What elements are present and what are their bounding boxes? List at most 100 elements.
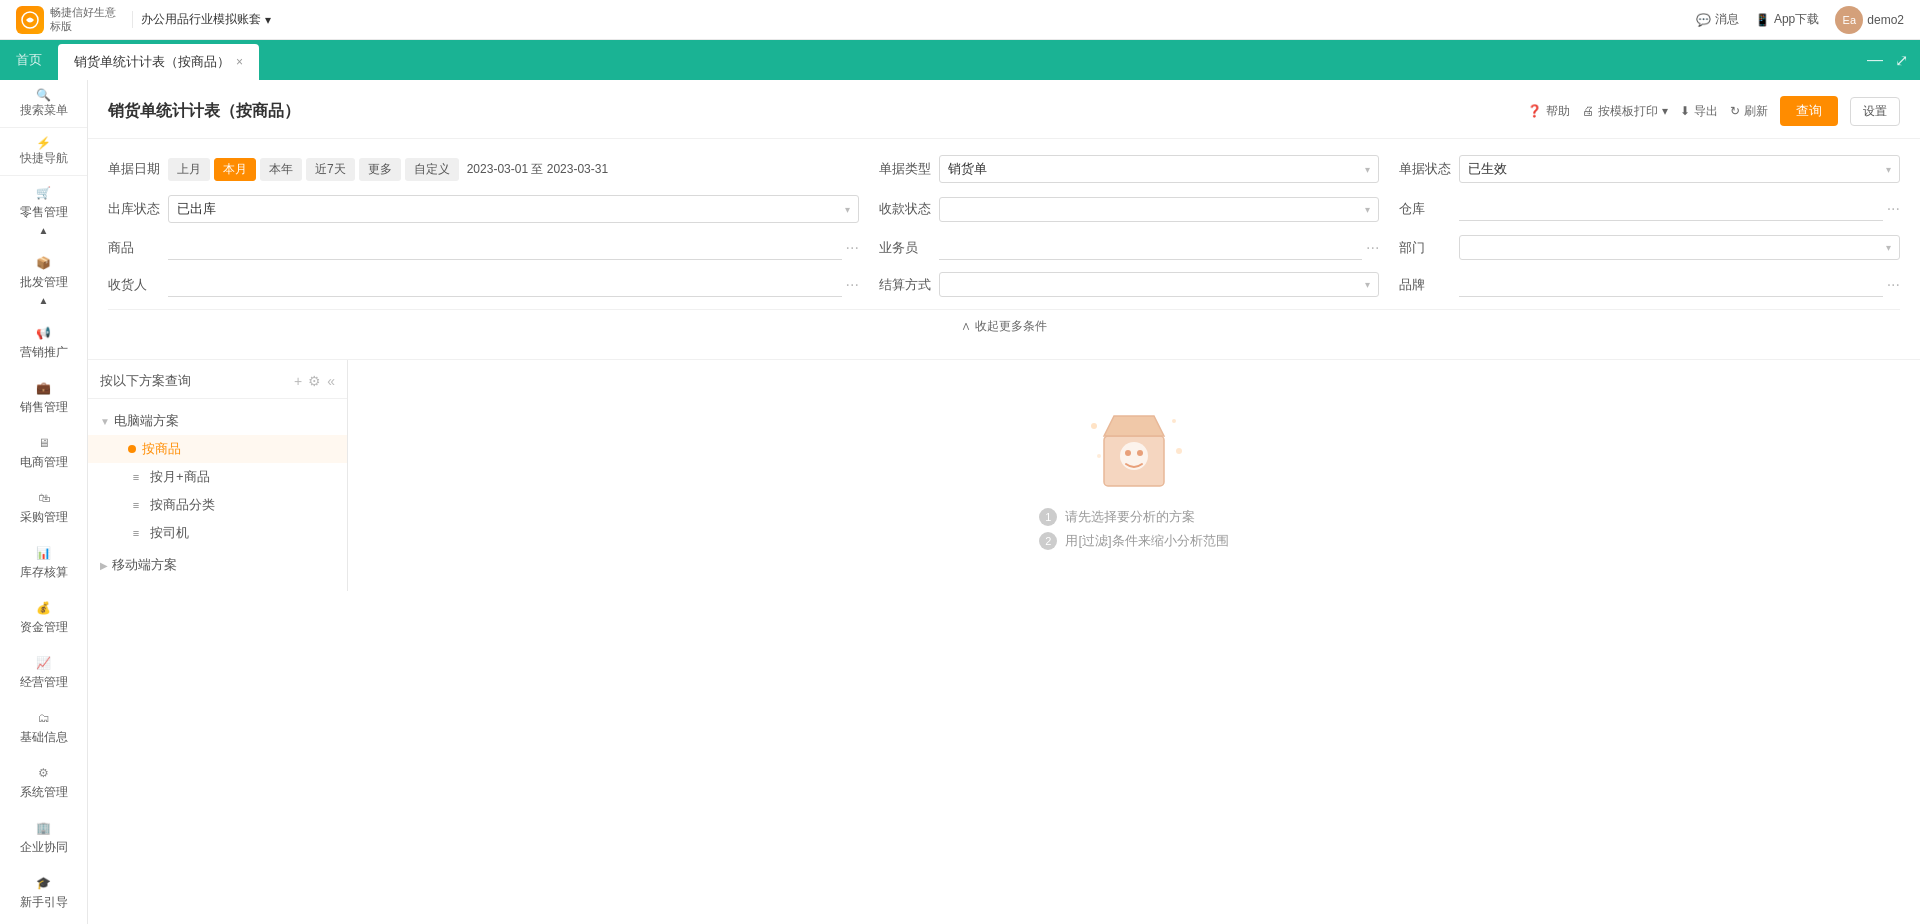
print-btn[interactable]: 🖨 按模板打印 ▾ (1582, 103, 1668, 120)
tab-close-icon[interactable]: × (236, 55, 243, 69)
collapse-bar[interactable]: ∧ 收起更多条件 (108, 309, 1900, 343)
receiver-label: 收货人 (108, 276, 168, 294)
sidebar-item-guide[interactable]: 🎓 新手引导 (0, 866, 87, 921)
tree-section-desktop-label: 电脑端方案 (114, 412, 179, 430)
page-header-actions: ❓ 帮助 🖨 按模板打印 ▾ ⬇ 导出 ↻ 刷新 (1527, 96, 1900, 126)
tree-item-by-month-product[interactable]: ≡ 按月+商品 (88, 463, 347, 491)
marketing-icon: 📢 (36, 326, 51, 340)
filter-row-4: 收货人 ··· 结算方式 ▾ (108, 272, 1900, 297)
outstatus-control: 已出库 ▾ (168, 195, 859, 223)
date-this-year-btn[interactable]: 本年 (260, 158, 302, 181)
outstatus-select[interactable]: 已出库 ▾ (168, 195, 859, 223)
settlement-select[interactable]: ▾ (939, 272, 1380, 297)
refresh-btn[interactable]: ↻ 刷新 (1730, 103, 1768, 120)
top-bar-left: 畅捷信好生意 标版 办公用品行业模拟账套 ▾ (16, 6, 279, 34)
page-header: 销货单统计计表（按商品） ❓ 帮助 🖨 按模板打印 ▾ ⬇ 导出 (88, 80, 1920, 139)
sidebar-item-operations[interactable]: 📈 经营管理 (0, 646, 87, 701)
sidebar-item-search[interactable]: 🔍 搜索菜单 (0, 80, 87, 128)
tree-item-by-driver[interactable]: ≡ 按司机 (88, 519, 347, 547)
help-icon: ❓ (1527, 104, 1542, 118)
empty-hint-2: 2 用[过滤]条件来缩小分析范围 (1039, 532, 1228, 550)
outstatus-label: 出库状态 (108, 200, 168, 218)
product-control: ··· (168, 236, 859, 260)
collapse-scheme-icon[interactable]: « (327, 373, 335, 389)
filter-settlement-item: 结算方式 ▾ (879, 272, 1380, 297)
date-custom-btn[interactable]: 自定义 (405, 158, 459, 181)
settings-scheme-icon[interactable]: ⚙ (308, 373, 321, 389)
receiver-input[interactable] (168, 273, 842, 297)
date-filter: 上月 本月 本年 近7天 更多 自定义 2023-03-01 至 2023-03… (168, 158, 608, 181)
tree-item-by-category[interactable]: ≡ 按商品分类 (88, 491, 347, 519)
page-content: 销货单统计计表（按商品） ❓ 帮助 🖨 按模板打印 ▾ ⬇ 导出 (88, 80, 1920, 924)
help-btn[interactable]: ❓ 帮助 (1527, 103, 1570, 120)
docstatus-select[interactable]: 已生效 ▾ (1459, 155, 1900, 183)
product-dots-icon[interactable]: ··· (846, 239, 859, 257)
enterprise-icon: 🏢 (36, 821, 51, 835)
date-prev-month-btn[interactable]: 上月 (168, 158, 210, 181)
sidebar-item-base[interactable]: 🗂 基础信息 (0, 701, 87, 756)
filter-salesperson-item: 业务员 ··· (879, 236, 1380, 260)
active-dot-icon (128, 445, 136, 453)
message-btn[interactable]: 💬 消息 (1696, 11, 1739, 28)
add-scheme-icon[interactable]: + (294, 373, 302, 389)
settings-button[interactable]: 设置 (1850, 97, 1900, 126)
brand-input[interactable] (1459, 273, 1882, 297)
tree-item-by-product[interactable]: 按商品 (88, 435, 347, 463)
tree-item-by-driver-label: 按司机 (150, 524, 189, 542)
system-icon: ⚙ (38, 766, 49, 780)
department-label: 部门 (1399, 239, 1459, 257)
sidebar-item-sales[interactable]: 💼 销售管理 (0, 371, 87, 426)
salesperson-input[interactable] (939, 236, 1362, 260)
filter-section: 单据日期 上月 本月 本年 近7天 更多 自定义 2023-03-01 至 20… (88, 139, 1920, 360)
tab-home[interactable]: 首页 (0, 40, 58, 80)
app-download-btn[interactable]: 📱 App下载 (1755, 11, 1819, 28)
sidebar-item-retail[interactable]: 🛒 零售管理 ▲ (0, 176, 87, 246)
sidebar-item-ecommerce[interactable]: 🖥 电商管理 (0, 426, 87, 481)
collectstatus-select[interactable]: ▾ (939, 197, 1380, 222)
sidebar-item-marketing[interactable]: 📢 营销推广 (0, 316, 87, 371)
filter-row-2: 出库状态 已出库 ▾ 收款状态 (108, 195, 1900, 223)
sidebar-item-enterprise[interactable]: 🏢 企业协同 (0, 811, 87, 866)
filter-row-1: 单据日期 上月 本月 本年 近7天 更多 自定义 2023-03-01 至 20… (108, 155, 1900, 183)
product-input[interactable] (168, 236, 842, 260)
sidebar-item-purchase[interactable]: 🛍 采购管理 (0, 481, 87, 536)
page-title: 销货单统计计表（按商品） (108, 101, 300, 122)
sidebar-item-inventory[interactable]: 📊 库存核算 (0, 536, 87, 591)
workspace-selector[interactable]: 办公用品行业模拟账套 ▾ (132, 11, 279, 28)
sidebar-label-quicknav: 快捷导航 (0, 150, 87, 167)
tree-section-desktop[interactable]: ▼ 电脑端方案 (88, 407, 347, 435)
warehouse-dots-icon[interactable]: ··· (1887, 200, 1900, 218)
department-control: ▾ (1459, 235, 1900, 260)
user-menu[interactable]: Ea demo2 (1835, 6, 1904, 34)
purchase-icon: 🛍 (38, 491, 50, 505)
left-panel-title: 按以下方案查询 (100, 372, 191, 390)
tree-section-mobile[interactable]: ▶ 移动端方案 (88, 551, 347, 579)
date-7days-btn[interactable]: 近7天 (306, 158, 355, 181)
export-btn[interactable]: ⬇ 导出 (1680, 103, 1718, 120)
sidebar-item-system[interactable]: ⚙ 系统管理 (0, 756, 87, 811)
brand-dots-icon[interactable]: ··· (1887, 276, 1900, 294)
sidebar: 🔍 搜索菜单 ⚡ 快捷导航 🛒 零售管理 ▲ 📦 批发管理 ▲ 📢 营销推广 💼… (0, 80, 88, 924)
doctype-select[interactable]: 销货单 ▾ (939, 155, 1380, 183)
tab-active[interactable]: 销货单统计计表（按商品） × (58, 44, 259, 80)
left-panel-header: 按以下方案查询 + ⚙ « (88, 372, 347, 399)
filter-date-item: 单据日期 上月 本月 本年 近7天 更多 自定义 2023-03-01 至 20… (108, 158, 859, 181)
warehouse-input[interactable] (1459, 197, 1882, 221)
sidebar-item-finance[interactable]: 💰 资金管理 (0, 591, 87, 646)
receiver-dots-icon[interactable]: ··· (846, 276, 859, 294)
date-this-month-btn[interactable]: 本月 (214, 158, 256, 181)
salesperson-dots-icon[interactable]: ··· (1366, 239, 1379, 257)
retail-icon: 🛒 (36, 186, 51, 200)
query-button[interactable]: 查询 (1780, 96, 1838, 126)
tab-bar-actions: — ⤢ (1863, 47, 1920, 74)
department-select[interactable]: ▾ (1459, 235, 1900, 260)
refresh-icon: ↻ (1730, 104, 1740, 118)
filter-docstatus-item: 单据状态 已生效 ▾ (1399, 155, 1900, 183)
ecommerce-icon: 🖥 (38, 436, 50, 450)
sidebar-item-wholesale[interactable]: 📦 批发管理 ▲ (0, 246, 87, 316)
empty-state: 1 请先选择要分析的方案 2 用[过滤]条件来缩小分析范围 (1039, 396, 1228, 556)
date-more-btn[interactable]: 更多 (359, 158, 401, 181)
sidebar-item-quicknav[interactable]: ⚡ 快捷导航 (0, 128, 87, 176)
tab-minimize-icon[interactable]: — (1863, 47, 1887, 73)
tab-expand-icon[interactable]: ⤢ (1891, 47, 1912, 74)
